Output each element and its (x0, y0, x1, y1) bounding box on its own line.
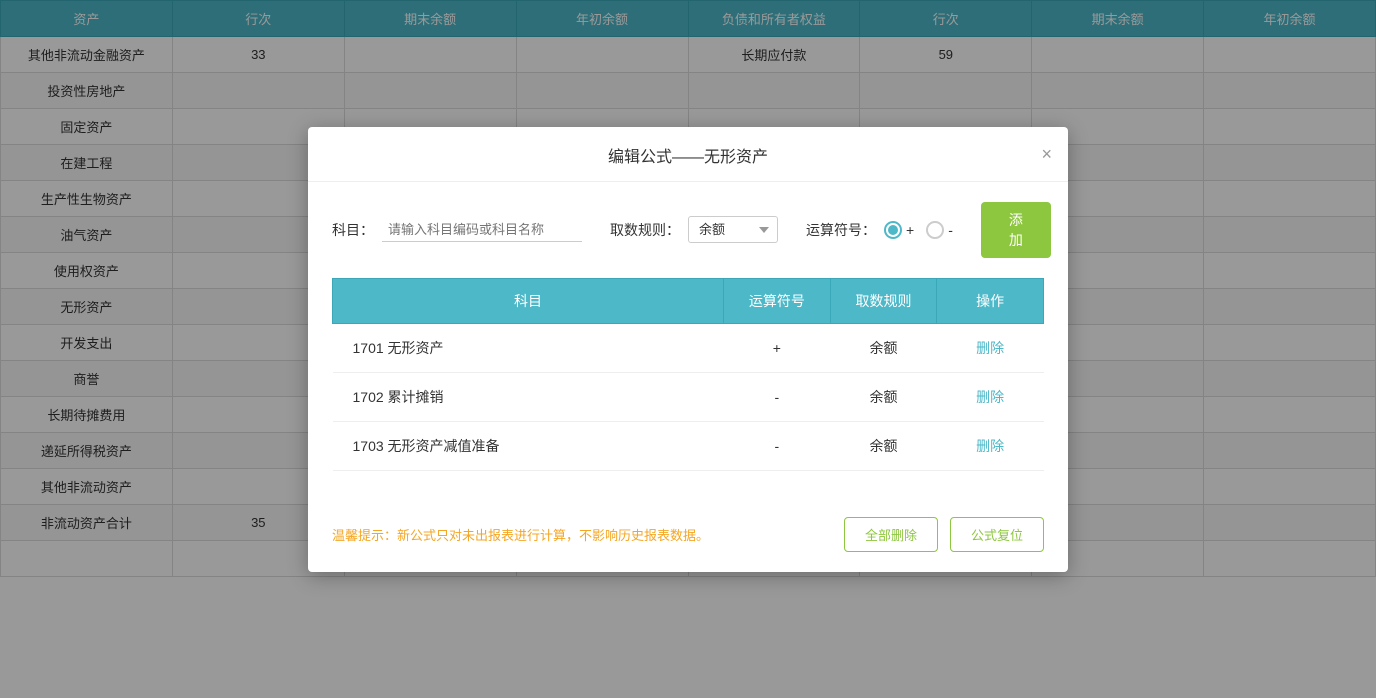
cell-subject: 1703 无形资产减值准备 (333, 421, 724, 470)
modal-close-button[interactable]: × (1041, 145, 1052, 163)
operator-group: 运算符号： + - (806, 220, 953, 240)
cell-operator: - (724, 372, 831, 421)
radio-group: + - (884, 221, 953, 239)
table-row: 1703 无形资产减值准备-余额 删除 (333, 421, 1044, 470)
radio-plus[interactable]: + (884, 221, 914, 239)
radio-plus-label: + (906, 222, 914, 238)
cell-action: 删除 (937, 421, 1044, 470)
table-header-operator: 运算符号 (724, 278, 831, 323)
subject-label: 科目： (332, 220, 374, 240)
table-header-rule: 取数规则 (830, 278, 937, 323)
modal-footer: 温馨提示：新公式只对未出报表进行计算，不影响历史报表数据。 全部删除 公式复位 (308, 507, 1068, 572)
radio-minus[interactable]: - (926, 221, 953, 239)
table-header-subject: 科目 (333, 278, 724, 323)
subject-input[interactable] (382, 218, 582, 242)
modal-overlay: 编辑公式——无形资产 × 科目： 取数规则： 余额 借方发生额 贷方发生额 (0, 0, 1376, 698)
cell-rule: 余额 (830, 372, 937, 421)
cell-rule: 余额 (830, 323, 937, 372)
cell-subject: 1702 累计摊销 (333, 372, 724, 421)
cell-subject: 1701 无形资产 (333, 323, 724, 372)
table-header-action: 操作 (937, 278, 1044, 323)
footer-buttons: 全部删除 公式复位 (844, 517, 1044, 552)
modal-header: 编辑公式——无形资产 × (308, 127, 1068, 182)
reset-formula-button[interactable]: 公式复位 (950, 517, 1044, 552)
formula-table: 科目 运算符号 取数规则 操作 1701 无形资产+余额删除1702 累计摊销-… (332, 278, 1044, 471)
cell-operator: + (724, 323, 831, 372)
rule-group: 取数规则： 余额 借方发生额 贷方发生额 净发生额 (610, 216, 778, 243)
delete-row-button[interactable]: 删除 (976, 436, 1004, 456)
cell-action: 删除 (937, 323, 1044, 372)
hint-text: 温馨提示：新公式只对未出报表进行计算，不影响历史报表数据。 (332, 525, 709, 544)
subject-group: 科目： (332, 218, 582, 242)
delete-row-button[interactable]: 删除 (976, 387, 1004, 407)
radio-minus-circle (926, 221, 944, 239)
table-row: 1702 累计摊销-余额 删除 (333, 372, 1044, 421)
rule-select[interactable]: 余额 借方发生额 贷方发生额 净发生额 (688, 216, 778, 243)
cell-rule: 余额 (830, 421, 937, 470)
radio-minus-label: - (948, 222, 953, 238)
modal-title: 编辑公式——无形资产 (608, 149, 768, 166)
delete-row-button[interactable]: 删除 (976, 338, 1004, 358)
modal-dialog: 编辑公式——无形资产 × 科目： 取数规则： 余额 借方发生额 贷方发生额 (308, 127, 1068, 572)
rule-label: 取数规则： (610, 220, 680, 240)
cell-action: 删除 (937, 372, 1044, 421)
table-row: 1701 无形资产+余额 删除 (333, 323, 1044, 372)
cell-operator: - (724, 421, 831, 470)
form-row: 科目： 取数规则： 余额 借方发生额 贷方发生额 净发生额 运算符号： (332, 202, 1044, 258)
delete-all-button[interactable]: 全部删除 (844, 517, 938, 552)
operator-label: 运算符号： (806, 220, 876, 240)
modal-body: 科目： 取数规则： 余额 借方发生额 贷方发生额 净发生额 运算符号： (308, 182, 1068, 507)
add-button[interactable]: 添加 (981, 202, 1051, 258)
radio-plus-circle (884, 221, 902, 239)
